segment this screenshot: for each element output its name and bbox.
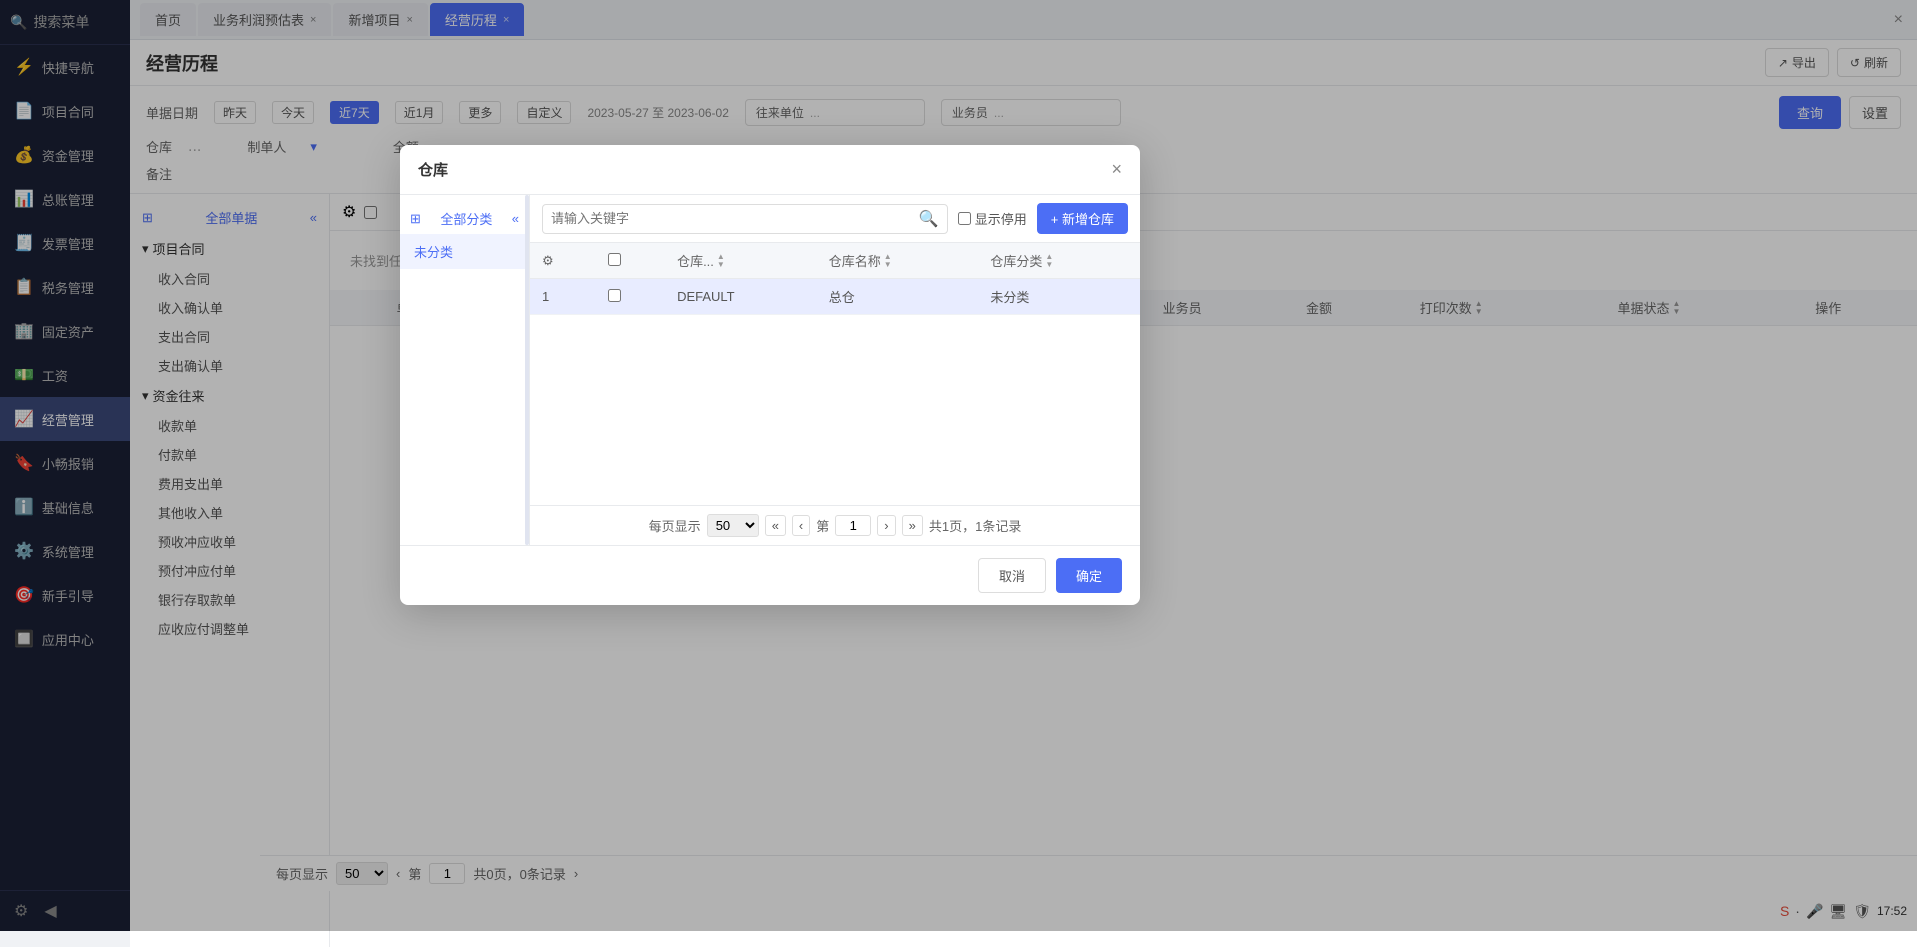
modal-category-unclassified[interactable]: 未分类	[400, 234, 529, 269]
modal-pagination: 每页显示 50 100 « ‹ 第 › » 共1页，1条记录	[530, 505, 1140, 545]
modal-col-category[interactable]: 仓库分类 ▲▼	[978, 243, 1140, 279]
modal-col-settings[interactable]: ⚙	[530, 243, 596, 279]
modal-footer: 取消 确定	[400, 545, 1140, 605]
modal-left-panel: ⊞ 全部分类 « 未分类	[400, 195, 530, 545]
modal-first-page[interactable]: «	[765, 515, 786, 536]
modal-col-check[interactable]	[596, 243, 665, 279]
modal-header: 仓库 ×	[400, 145, 1140, 195]
modal-per-page-label: 每页显示	[649, 516, 701, 535]
modal-left-collapse-icon[interactable]: «	[512, 211, 519, 226]
modal-search-input[interactable]	[551, 211, 913, 226]
modal-prev-page[interactable]: ‹	[792, 515, 810, 536]
modal-category-label: 未分类	[414, 245, 453, 260]
modal-add-warehouse-button[interactable]: + 新增仓库	[1037, 203, 1128, 234]
modal-page-input[interactable]	[835, 515, 871, 536]
modal-per-page-select[interactable]: 50 100	[707, 514, 759, 537]
modal-toolbar: 🔍 显示停用 + 新增仓库	[530, 195, 1140, 243]
warehouse-modal: 仓库 × ⊞ 全部分类 « 未分类 🔍	[400, 145, 1140, 605]
modal-row-code: DEFAULT	[665, 279, 817, 315]
modal-row-category: 未分类	[978, 279, 1140, 315]
modal-table-row[interactable]: 1 DEFAULT 总仓 未分类	[530, 279, 1140, 315]
modal-title: 仓库	[418, 159, 448, 180]
modal-body: ⊞ 全部分类 « 未分类 🔍 显示停用 + 新增仓库	[400, 195, 1140, 545]
modal-row-check[interactable]	[608, 289, 621, 302]
modal-show-disabled-checkbox[interactable]	[958, 212, 971, 225]
modal-next-page[interactable]: ›	[877, 515, 895, 536]
modal-col-name[interactable]: 仓库名称 ▲▼	[817, 243, 979, 279]
modal-row-name: 总仓	[817, 279, 979, 315]
modal-row-checkbox[interactable]	[596, 279, 665, 315]
modal-col-name-sort: 仓库名称 ▲▼	[829, 251, 967, 270]
modal-cancel-button[interactable]: 取消	[978, 558, 1046, 593]
modal-show-disabled-label[interactable]: 显示停用	[958, 209, 1027, 228]
modal-right-panel: 🔍 显示停用 + 新增仓库 ⚙	[530, 195, 1140, 545]
modal-page-label: 第	[816, 516, 829, 535]
modal-last-page[interactable]: »	[902, 515, 923, 536]
modal-close-button[interactable]: ×	[1111, 159, 1122, 180]
modal-confirm-button[interactable]: 确定	[1056, 558, 1122, 593]
modal-all-category-icon: ⊞	[410, 211, 421, 227]
modal-col-code-sort: 仓库... ▲▼	[677, 251, 805, 270]
modal-col-code[interactable]: 仓库... ▲▼	[665, 243, 817, 279]
modal-left-header[interactable]: ⊞ 全部分类 «	[400, 203, 529, 234]
modal-col-category-sort: 仓库分类 ▲▼	[990, 251, 1128, 270]
modal-total-records: 共1页，1条记录	[929, 516, 1021, 535]
modal-all-category-label: 全部分类	[440, 209, 492, 228]
modal-show-disabled-text: 显示停用	[975, 209, 1027, 228]
modal-table-wrap: ⚙ 仓库... ▲▼ 仓库名称 ▲	[530, 243, 1140, 505]
modal-check-all[interactable]	[608, 253, 621, 266]
modal-warehouse-table: ⚙ 仓库... ▲▼ 仓库名称 ▲	[530, 243, 1140, 315]
modal-left-scrollbar	[525, 195, 529, 545]
modal-search-wrap[interactable]: 🔍	[542, 204, 948, 234]
modal-search-icon: 🔍	[919, 209, 939, 229]
modal-row-num: 1	[530, 279, 596, 315]
